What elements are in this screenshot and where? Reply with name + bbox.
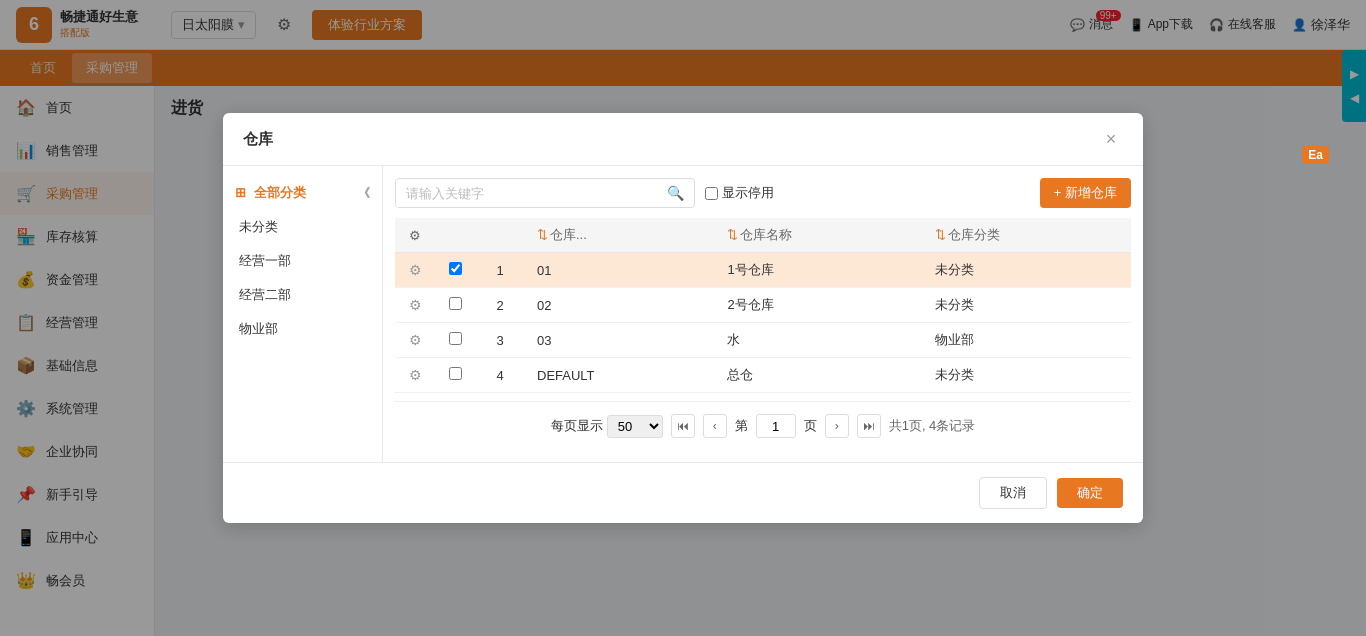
row-category: 未分类 bbox=[923, 358, 1131, 393]
row-code: DEFAULT bbox=[525, 358, 715, 393]
all-categories-label: 全部分类 bbox=[254, 185, 306, 200]
per-page-label: 每页显示 bbox=[551, 417, 603, 435]
category-item-dept1[interactable]: 经营一部 bbox=[223, 244, 382, 278]
table-panel: 🔍 显示停用 + 新增仓库 ⚙ ⇅仓库.. bbox=[383, 166, 1143, 462]
row-number: 1 bbox=[475, 253, 525, 288]
row-code: 01 bbox=[525, 253, 715, 288]
chevron-left-icon[interactable]: 《 bbox=[358, 185, 370, 202]
search-input[interactable] bbox=[396, 180, 657, 207]
row-checkbox[interactable] bbox=[449, 332, 462, 345]
ea-badge: Ea bbox=[1302, 146, 1329, 164]
show-disabled-checkbox[interactable] bbox=[705, 187, 718, 200]
category-panel: ⊞ 全部分类 《 未分类 经营一部 经营二部 物业部 bbox=[223, 166, 383, 462]
confirm-button[interactable]: 确定 bbox=[1057, 478, 1123, 508]
page-label-prefix: 第 bbox=[735, 417, 748, 435]
col-header-gear: ⚙ bbox=[395, 218, 435, 253]
row-number: 2 bbox=[475, 288, 525, 323]
page-number-input[interactable] bbox=[756, 414, 796, 438]
row-gear-icon[interactable]: ⚙ bbox=[395, 323, 435, 358]
close-icon[interactable]: × bbox=[1099, 127, 1123, 151]
col-header-code: ⇅仓库... bbox=[525, 218, 715, 253]
grid-icon: ⊞ bbox=[235, 185, 246, 200]
page-total-info: 共1页, 4条记录 bbox=[889, 417, 976, 435]
warehouse-modal: 仓库 × ⊞ 全部分类 《 未分类 经营一部 经营二部 物业部 bbox=[223, 113, 1143, 523]
category-item-unclassified[interactable]: 未分类 bbox=[223, 210, 382, 244]
row-code: 03 bbox=[525, 323, 715, 358]
category-item-property[interactable]: 物业部 bbox=[223, 312, 382, 346]
row-name: 1号仓库 bbox=[715, 253, 923, 288]
table-row[interactable]: ⚙ 3 03 水 物业部 bbox=[395, 323, 1131, 358]
row-number: 3 bbox=[475, 323, 525, 358]
row-gear-icon[interactable]: ⚙ bbox=[395, 358, 435, 393]
col-header-num bbox=[475, 218, 525, 253]
col-header-name: ⇅仓库名称 bbox=[715, 218, 923, 253]
category-item-dept2[interactable]: 经营二部 bbox=[223, 278, 382, 312]
search-icon[interactable]: 🔍 bbox=[657, 179, 694, 207]
modal-body: ⊞ 全部分类 《 未分类 经营一部 经营二部 物业部 🔍 bbox=[223, 166, 1143, 462]
show-disabled-text: 显示停用 bbox=[722, 184, 774, 202]
row-category: 未分类 bbox=[923, 253, 1131, 288]
col-header-category: ⇅仓库分类 bbox=[923, 218, 1131, 253]
search-box: 🔍 bbox=[395, 178, 695, 208]
col-header-check bbox=[435, 218, 475, 253]
modal-header: 仓库 × bbox=[223, 113, 1143, 166]
row-gear-icon[interactable]: ⚙ bbox=[395, 253, 435, 288]
table-row[interactable]: ⚙ 2 02 2号仓库 未分类 bbox=[395, 288, 1131, 323]
page-label-suffix: 页 bbox=[804, 417, 817, 435]
row-checkbox[interactable] bbox=[449, 367, 462, 380]
all-categories-button[interactable]: ⊞ 全部分类 《 bbox=[223, 176, 382, 210]
table-row[interactable]: ⚙ 1 01 1号仓库 未分类 bbox=[395, 253, 1131, 288]
first-page-button[interactable]: ⏮ bbox=[671, 414, 695, 438]
table-toolbar: 🔍 显示停用 + 新增仓库 bbox=[395, 178, 1131, 208]
row-category: 未分类 bbox=[923, 288, 1131, 323]
row-checkbox-cell[interactable] bbox=[435, 358, 475, 393]
row-category: 物业部 bbox=[923, 323, 1131, 358]
last-page-button[interactable]: ⏭ bbox=[857, 414, 881, 438]
modal-footer: 取消 确定 bbox=[223, 462, 1143, 523]
row-checkbox-cell[interactable] bbox=[435, 323, 475, 358]
row-checkbox[interactable] bbox=[449, 297, 462, 310]
per-page-dropdown[interactable]: 50 100 bbox=[607, 415, 663, 438]
new-warehouse-button[interactable]: + 新增仓库 bbox=[1040, 178, 1131, 208]
page-size-select: 每页显示 50 100 bbox=[551, 415, 663, 438]
warehouse-table: ⚙ ⇅仓库... ⇅仓库名称 ⇅仓库分类 ⚙ 1 bbox=[395, 218, 1131, 393]
row-checkbox-cell[interactable] bbox=[435, 253, 475, 288]
row-checkbox-cell[interactable] bbox=[435, 288, 475, 323]
show-disabled-label: 显示停用 bbox=[705, 184, 774, 202]
prev-page-button[interactable]: ‹ bbox=[703, 414, 727, 438]
row-code: 02 bbox=[525, 288, 715, 323]
row-checkbox[interactable] bbox=[449, 262, 462, 275]
row-name: 总仓 bbox=[715, 358, 923, 393]
modal-overlay: 仓库 × ⊞ 全部分类 《 未分类 经营一部 经营二部 物业部 bbox=[0, 0, 1366, 636]
table-row[interactable]: ⚙ 4 DEFAULT 总仓 未分类 bbox=[395, 358, 1131, 393]
pagination-bar: 每页显示 50 100 ⏮ ‹ 第 页 › ⏭ 共1页, 4条记录 bbox=[395, 401, 1131, 450]
row-name: 2号仓库 bbox=[715, 288, 923, 323]
cancel-button[interactable]: 取消 bbox=[979, 477, 1047, 509]
row-number: 4 bbox=[475, 358, 525, 393]
row-name: 水 bbox=[715, 323, 923, 358]
next-page-button[interactable]: › bbox=[825, 414, 849, 438]
table-header-row: ⚙ ⇅仓库... ⇅仓库名称 ⇅仓库分类 bbox=[395, 218, 1131, 253]
row-gear-icon[interactable]: ⚙ bbox=[395, 288, 435, 323]
modal-title: 仓库 bbox=[243, 130, 273, 149]
